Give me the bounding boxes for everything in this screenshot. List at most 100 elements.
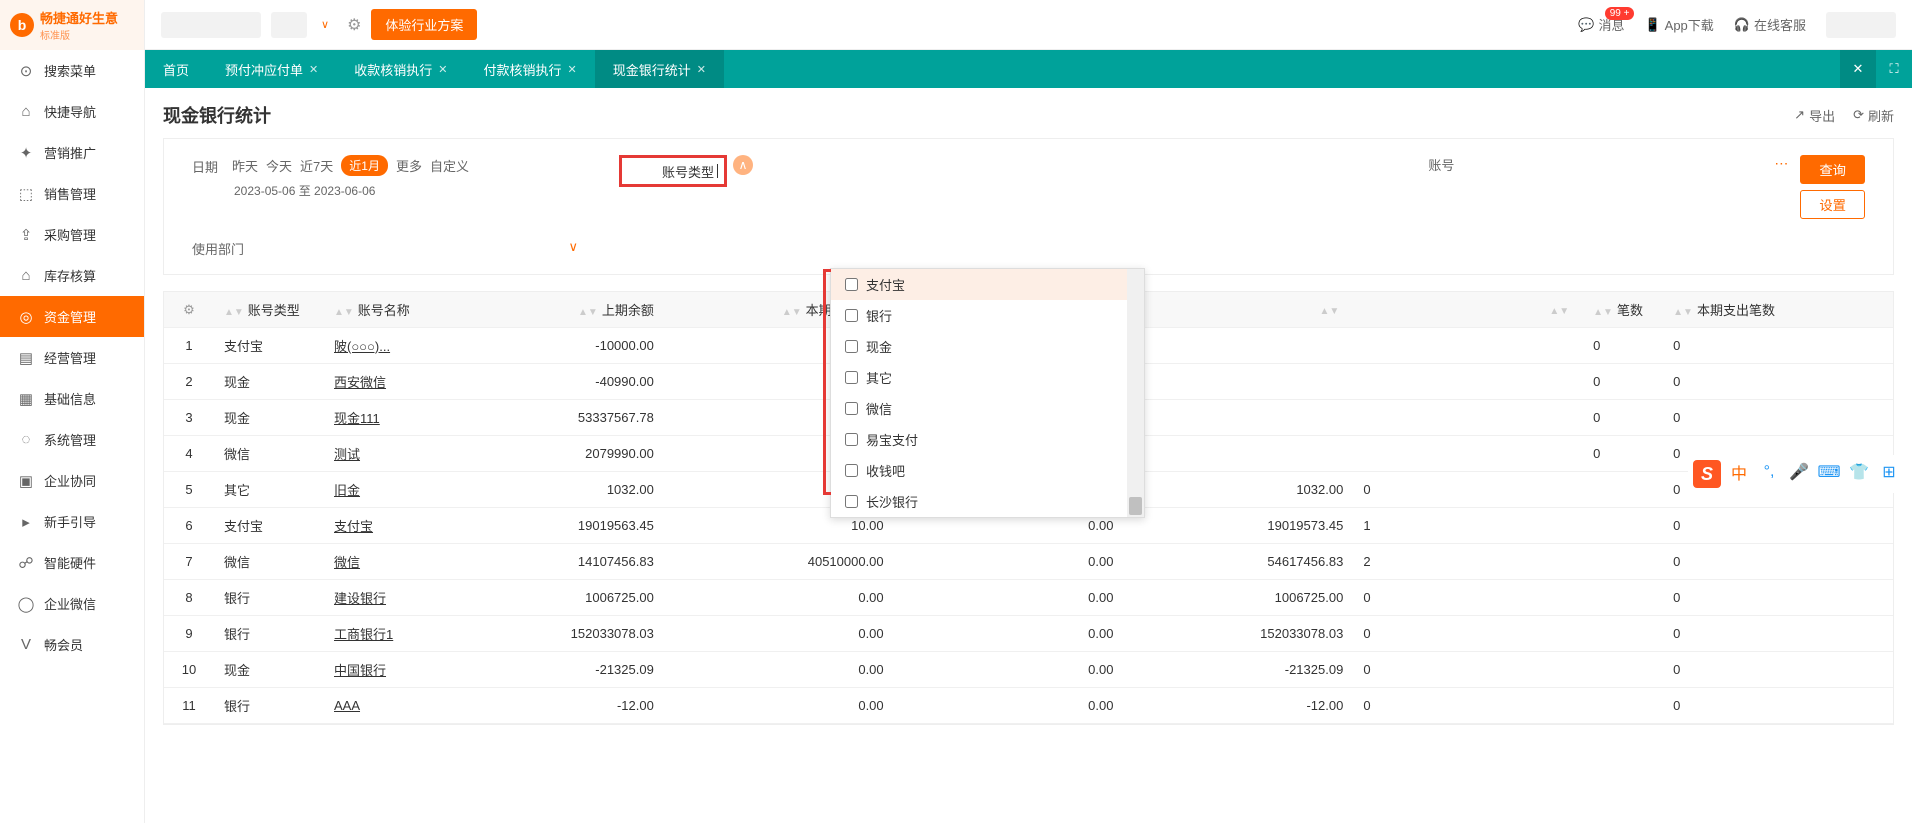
close-icon[interactable]: ✕ (438, 63, 447, 76)
account-link[interactable]: 西安微信 (334, 375, 386, 390)
sidebar-item-6[interactable]: ◎资金管理 (0, 296, 144, 337)
cell-cnt (1583, 688, 1663, 724)
close-icon[interactable]: ✕ (697, 63, 706, 76)
col-header-7[interactable]: ▲▼笔数 (1583, 292, 1663, 328)
sidebar-item-1[interactable]: ⌂快捷导航 (0, 91, 144, 132)
service-label: 在线客服 (1754, 15, 1806, 34)
account-link[interactable]: 微信 (334, 555, 360, 570)
sidebar-item-5[interactable]: ⌂库存核算 (0, 255, 144, 296)
messages-link[interactable]: 💬 消息 99 + (1578, 15, 1624, 34)
account-link[interactable]: 旧金 (334, 483, 360, 498)
gear-icon[interactable]: ⚙ (347, 15, 361, 35)
cell-c7: 0 (1353, 580, 1583, 616)
collapse-filter-button[interactable]: ∧ (733, 155, 753, 175)
company-extra[interactable] (271, 12, 307, 38)
account-link[interactable]: 现金111 (334, 411, 380, 426)
ime-punct-button[interactable]: °, (1757, 460, 1781, 484)
table-settings-button[interactable]: ⚙ (164, 292, 214, 328)
nav-icon: ◯ (18, 596, 34, 612)
sidebar-item-9[interactable]: ◌系统管理 (0, 419, 144, 460)
date-quick-4[interactable]: 更多 (396, 156, 422, 175)
sidebar-item-2[interactable]: ✦营销推广 (0, 132, 144, 173)
account-link[interactable]: 支付宝 (334, 519, 373, 534)
col-header-5[interactable]: ▲▼ (1123, 292, 1353, 328)
ime-toolbox-button[interactable]: ⊞ (1877, 460, 1901, 484)
tab-1[interactable]: 预付冲应付单✕ (207, 50, 336, 88)
account-link[interactable]: 建设银行 (334, 591, 386, 606)
ime-voice-button[interactable]: 🎤 (1787, 460, 1811, 484)
sidebar-item-7[interactable]: ▤经营管理 (0, 337, 144, 378)
scrollbar-thumb[interactable] (1129, 497, 1142, 515)
tab-0[interactable]: 首页 (145, 50, 207, 88)
option-checkbox[interactable] (845, 495, 858, 508)
dropdown-option-4[interactable]: 微信 (831, 393, 1144, 424)
dropdown-option-2[interactable]: 现金 (831, 331, 1144, 362)
sidebar-item-12[interactable]: ☍智能硬件 (0, 542, 144, 583)
dropdown-option-0[interactable]: 支付宝 (831, 269, 1144, 300)
date-quick-1[interactable]: 今天 (266, 156, 292, 175)
dropdown-option-7[interactable]: 长沙银行 (831, 486, 1144, 517)
refresh-button[interactable]: ⟳刷新 (1853, 106, 1894, 125)
account-link[interactable]: 中国银行 (334, 663, 386, 678)
option-checkbox[interactable] (845, 371, 858, 384)
close-icon[interactable]: ✕ (309, 63, 318, 76)
option-checkbox[interactable] (845, 402, 858, 415)
sidebar-item-4[interactable]: ⇪采购管理 (0, 214, 144, 255)
account-link[interactable]: 工商银行1 (334, 627, 393, 642)
cell-type: 微信 (214, 544, 324, 580)
option-checkbox[interactable] (845, 340, 858, 353)
col-header-1[interactable]: ▲▼账号名称 (324, 292, 434, 328)
account-link[interactable]: AAA (334, 698, 360, 713)
department-label: 使用部门 (192, 237, 244, 258)
sidebar-item-10[interactable]: ▣企业协同 (0, 460, 144, 501)
close-all-tabs-button[interactable]: ✕ (1840, 50, 1876, 88)
tab-3[interactable]: 付款核销执行✕ (465, 50, 594, 88)
scrollbar[interactable] (1127, 269, 1144, 517)
date-quick-3[interactable]: 近1月 (341, 155, 388, 176)
option-checkbox[interactable] (845, 309, 858, 322)
more-filters-button[interactable]: ⋯ (1774, 155, 1790, 172)
dropdown-option-3[interactable]: 其它 (831, 362, 1144, 393)
account-type-filter[interactable]: 账号类型 (619, 155, 727, 187)
setting-button[interactable]: 设置 (1800, 190, 1865, 219)
user-menu[interactable] (1826, 12, 1896, 38)
col-header-0[interactable]: ▲▼账号类型 (214, 292, 324, 328)
dropdown-option-1[interactable]: 银行 (831, 300, 1144, 331)
option-checkbox[interactable] (845, 433, 858, 446)
sidebar-item-8[interactable]: ▦基础信息 (0, 378, 144, 419)
industry-button[interactable]: 体验行业方案 (371, 9, 477, 40)
ime-keyboard-button[interactable]: ⌨ (1817, 460, 1841, 484)
service-link[interactable]: 🎧 在线客服 (1734, 15, 1806, 34)
sort-icon: ▲▼ (224, 310, 244, 315)
date-quick-5[interactable]: 自定义 (430, 156, 469, 175)
search-button[interactable]: 查询 (1800, 155, 1865, 184)
sidebar-item-14[interactable]: V畅会员 (0, 624, 144, 665)
sidebar-item-0[interactable]: ⊙搜索菜单 (0, 50, 144, 91)
sidebar-item-11[interactable]: ▸新手引导 (0, 501, 144, 542)
option-checkbox[interactable] (845, 278, 858, 291)
fullscreen-button[interactable]: ⛶ (1876, 50, 1912, 88)
dropdown-option-5[interactable]: 易宝支付 (831, 424, 1144, 455)
chevron-down-icon[interactable]: ∨ (321, 18, 329, 31)
date-quick-0[interactable]: 昨天 (232, 156, 258, 175)
ime-lang-button[interactable]: 中 (1727, 460, 1751, 484)
tab-4[interactable]: 现金银行统计✕ (595, 50, 724, 88)
sidebar-item-3[interactable]: ⬚销售管理 (0, 173, 144, 214)
app-download-link[interactable]: 📱 App下载 (1644, 15, 1713, 34)
close-icon[interactable]: ✕ (568, 63, 577, 76)
col-header-2[interactable]: ▲▼上期余额 (434, 292, 664, 328)
col-header-8[interactable]: ▲▼本期支出笔数 (1663, 292, 1893, 328)
ime-skin-button[interactable]: 👕 (1847, 460, 1871, 484)
dropdown-option-6[interactable]: 收钱吧 (831, 455, 1144, 486)
sogou-icon[interactable]: S (1693, 460, 1721, 488)
department-select[interactable]: ∨ (258, 239, 578, 256)
sidebar-item-13[interactable]: ◯企业微信 (0, 583, 144, 624)
account-link[interactable]: 陂(○○○)... (334, 339, 390, 354)
company-selector[interactable] (161, 12, 261, 38)
tab-2[interactable]: 收款核销执行✕ (336, 50, 465, 88)
col-header-6[interactable]: ▲▼ (1353, 292, 1583, 328)
option-checkbox[interactable] (845, 464, 858, 477)
date-quick-2[interactable]: 近7天 (300, 156, 333, 175)
account-link[interactable]: 测试 (334, 447, 360, 462)
export-button[interactable]: ↗导出 (1794, 106, 1835, 125)
